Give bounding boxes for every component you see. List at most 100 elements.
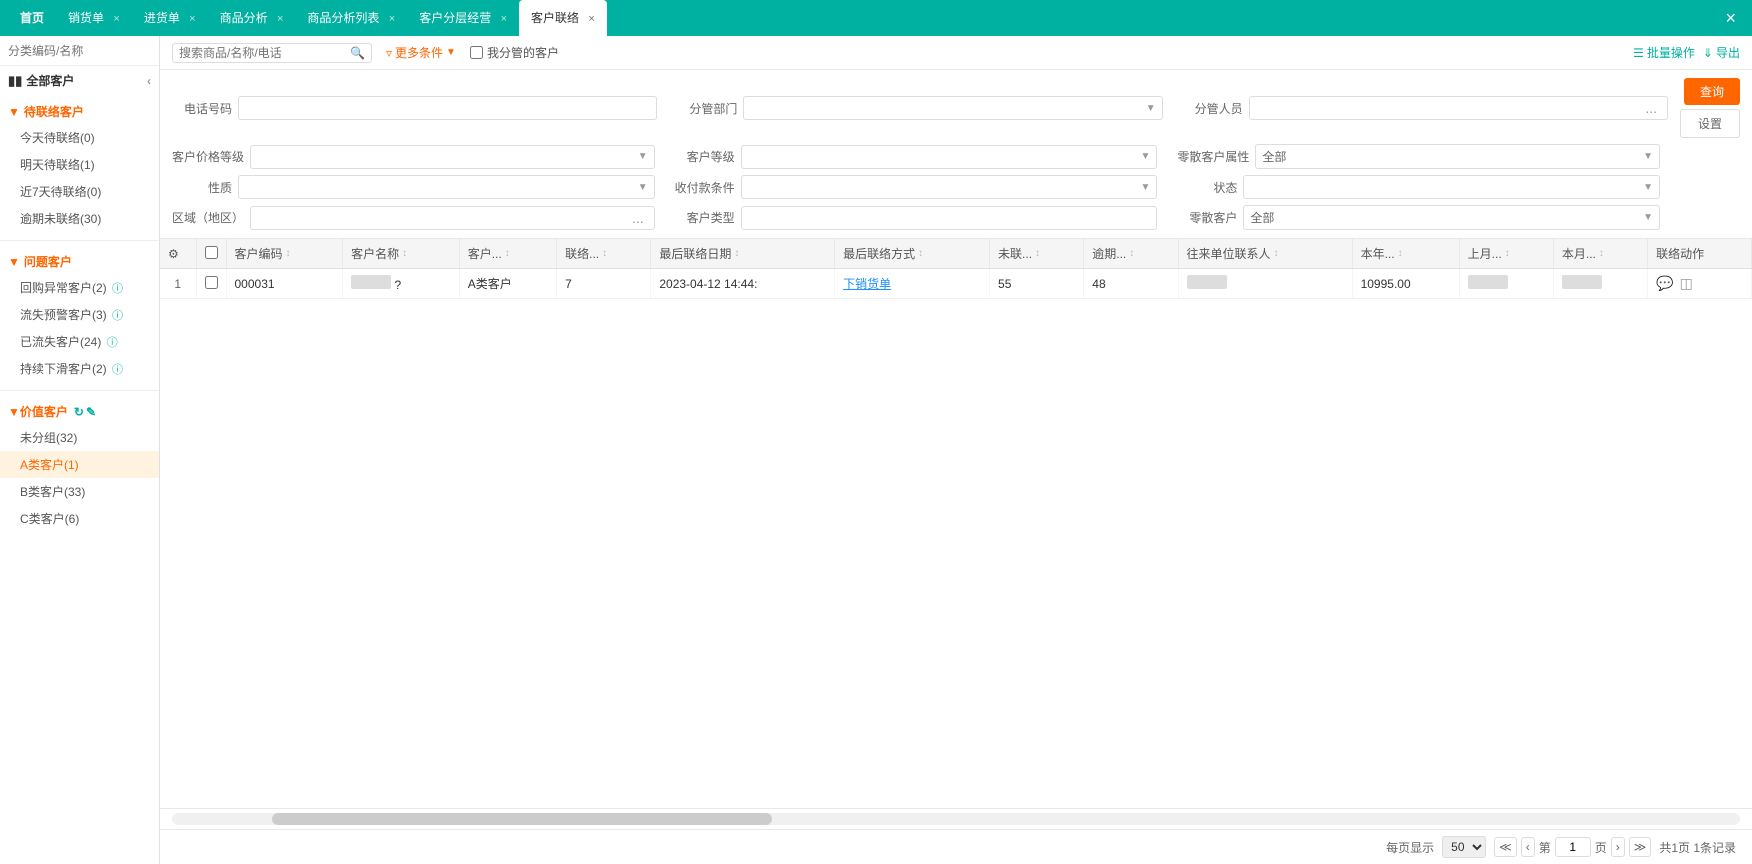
last-page-button[interactable]: ≫ — [1629, 837, 1652, 857]
filter-status-label: 状态 — [1177, 179, 1237, 196]
sidebar-item-tomorrow[interactable]: 明天待联络(1) — [0, 151, 159, 178]
sidebar-item-ungroup[interactable]: 未分组(32) — [0, 424, 159, 451]
info-icon-0: ⓘ — [112, 283, 123, 295]
filter-cust-level-label: 客户等级 — [675, 148, 735, 165]
col-code-sort-icon[interactable]: ↕ — [286, 248, 291, 259]
sidebar-item-overdue[interactable]: 逾期未联络(30) — [0, 205, 159, 232]
col-this-year-sort-icon[interactable]: ↕ — [1398, 248, 1403, 259]
nav-product-analysis-close[interactable]: × — [277, 13, 283, 25]
value-refresh-icon[interactable]: ↻ — [74, 405, 84, 419]
filter-nature-select[interactable]: ▼ — [238, 175, 655, 199]
nav-home[interactable]: 首页 — [8, 0, 56, 36]
nav-purchase-close[interactable]: × — [189, 13, 195, 25]
col-no-contact-sort-icon[interactable]: ↕ — [1035, 248, 1040, 259]
nature-arrow-icon: ▼ — [638, 182, 648, 193]
horizontal-scrollbar-thumb[interactable] — [272, 813, 772, 825]
nav-product-analysis-list[interactable]: 商品分析列表 × — [295, 0, 407, 36]
col-unit-contact-sort-icon[interactable]: ↕ — [1274, 248, 1279, 259]
sidebar-item-class-c[interactable]: C类客户(6) — [0, 505, 159, 532]
page-input[interactable] — [1555, 837, 1591, 857]
select-all-checkbox[interactable] — [205, 246, 218, 259]
nav-product-list-close[interactable]: × — [389, 13, 395, 25]
message-icon[interactable]: 💬 — [1656, 275, 1673, 292]
col-overdue-sort-icon[interactable]: ↕ — [1129, 248, 1134, 259]
sidebar-collapse-icon[interactable]: ‹ — [147, 74, 151, 88]
my-customer-checkbox[interactable] — [470, 46, 483, 59]
cell-type: A类客户 — [459, 269, 556, 299]
sidebar-section-pending-title[interactable]: ▼ 待联络客户 — [0, 99, 159, 124]
page-of-label: 页 — [1595, 839, 1607, 856]
nav-purchase[interactable]: 进货单 × — [132, 0, 208, 36]
person-dots-icon[interactable]: ... — [1641, 100, 1661, 116]
filter-cust-type: 客户类型 — [675, 206, 1158, 230]
gear-icon[interactable]: ⚙ — [168, 247, 179, 261]
col-last-date-sort-icon[interactable]: ↕ — [734, 248, 739, 259]
filter-arrow-icon: ▼ — [446, 47, 456, 58]
nav-sales[interactable]: 销货单 × — [56, 0, 132, 36]
last-method-link[interactable]: 下销货单 — [843, 277, 891, 291]
col-name-sort-icon[interactable]: ↕ — [402, 248, 407, 259]
batch-operation-button[interactable]: ☰ 批量操作 — [1633, 44, 1695, 61]
value-edit-icon[interactable]: ✎ — [86, 405, 96, 419]
nav-customer-contact-close[interactable]: × — [588, 13, 594, 25]
filter-payment-select[interactable]: ▼ — [741, 175, 1158, 199]
search-input[interactable] — [179, 46, 350, 60]
setting-button[interactable]: 设置 — [1680, 109, 1740, 138]
sidebar-item-repurchase-abnormal[interactable]: 回购异常客户(2) ⓘ — [0, 274, 159, 301]
sidebar-item-class-b[interactable]: B类客户(33) — [0, 478, 159, 505]
sidebar-item-declining[interactable]: 持续下滑客户(2) ⓘ — [0, 355, 159, 382]
filter-price-select[interactable]: ▼ — [250, 145, 655, 169]
first-page-button[interactable]: ≪ — [1494, 837, 1517, 857]
search-icon[interactable]: 🔍 — [350, 46, 365, 60]
filter-cust-type-select[interactable] — [741, 206, 1158, 230]
cell-no-contact: 55 — [990, 269, 1084, 299]
horizontal-scrollbar[interactable] — [172, 813, 1740, 825]
filter-retail-select[interactable]: 全部 ▼ — [1243, 205, 1660, 230]
filter-dept-select[interactable]: ▼ — [743, 96, 1162, 120]
page-size-select[interactable]: 50 — [1442, 836, 1486, 858]
filter-phone-select[interactable] — [238, 96, 657, 120]
filter-more-button[interactable]: ▿ 更多条件 ▼ — [380, 42, 462, 63]
filter-cust-type-label: 客户类型 — [675, 209, 735, 226]
col-last-month-sort-icon[interactable]: ↕ — [1505, 248, 1510, 259]
col-this-month-sort-icon[interactable]: ↕ — [1599, 248, 1604, 259]
cell-check — [196, 269, 226, 299]
sidebar-item-churn-warning[interactable]: 流失预警客户(3) ⓘ — [0, 301, 159, 328]
sidebar-all-customers[interactable]: ▮▮ 全部客户 ‹ — [0, 66, 159, 95]
filter-price-level: 客户价格等级 ▼ — [172, 145, 655, 169]
sidebar-item-today[interactable]: 今天待联络(0) — [0, 124, 159, 151]
filter-retail-attr-select[interactable]: 全部 ▼ — [1255, 144, 1660, 169]
sidebar-section-problem-title[interactable]: ▼ 问题客户 — [0, 249, 159, 274]
sidebar-section-value: ▼ 价值客户 ↻ ✎ 未分组(32) A类客户(1) B类客户(33) C类客户… — [0, 395, 159, 536]
filter-status-select[interactable]: ▼ — [1243, 175, 1660, 199]
nav-product-analysis[interactable]: 商品分析 × — [208, 0, 296, 36]
window-close-button[interactable]: × — [1717, 8, 1744, 29]
col-last-date: 最后联络日期 ↕ — [651, 239, 835, 269]
col-last-method-sort-icon[interactable]: ↕ — [918, 248, 923, 259]
filter-person-select[interactable]: ... — [1249, 96, 1668, 120]
col-contact-sort-icon[interactable]: ↕ — [602, 248, 607, 259]
cell-name: ? — [343, 269, 460, 299]
region-dots-icon[interactable]: ... — [628, 210, 648, 226]
nav-customer-contact[interactable]: 客户联络 × — [519, 0, 607, 36]
sidebar-divider-2 — [0, 390, 159, 391]
nav-sales-close[interactable]: × — [113, 13, 119, 25]
filter-cust-level-select[interactable]: ▼ — [741, 145, 1158, 169]
sidebar-item-churned[interactable]: 已流失客户(24) ⓘ — [0, 328, 159, 355]
sidebar-item-class-a[interactable]: A类客户(1) — [0, 451, 159, 478]
sidebar-section-value-title[interactable]: ▼ 价值客户 ↻ ✎ — [0, 399, 159, 424]
cell-code: 000031 — [226, 269, 343, 299]
col-type-sort-icon[interactable]: ↕ — [505, 248, 510, 259]
sidebar-item-7days[interactable]: 近7天待联络(0) — [0, 178, 159, 205]
query-button[interactable]: 查询 — [1684, 78, 1740, 105]
nav-customer-layer-close[interactable]: × — [501, 13, 507, 25]
filter-region-select[interactable]: ... — [250, 206, 655, 230]
prev-page-button[interactable]: ‹ — [1521, 837, 1535, 857]
filter-area: 电话号码 分管部门 ▼ 分管人员 ... — [160, 70, 1752, 239]
sidebar-search-input[interactable] — [8, 44, 160, 58]
export-button[interactable]: ⇓ 导出 — [1703, 44, 1740, 61]
next-page-button[interactable]: › — [1611, 837, 1625, 857]
qr-icon[interactable]: ◫ — [1680, 275, 1693, 292]
nav-customer-layer[interactable]: 客户分层经营 × — [407, 0, 519, 36]
row-checkbox[interactable] — [205, 276, 218, 289]
